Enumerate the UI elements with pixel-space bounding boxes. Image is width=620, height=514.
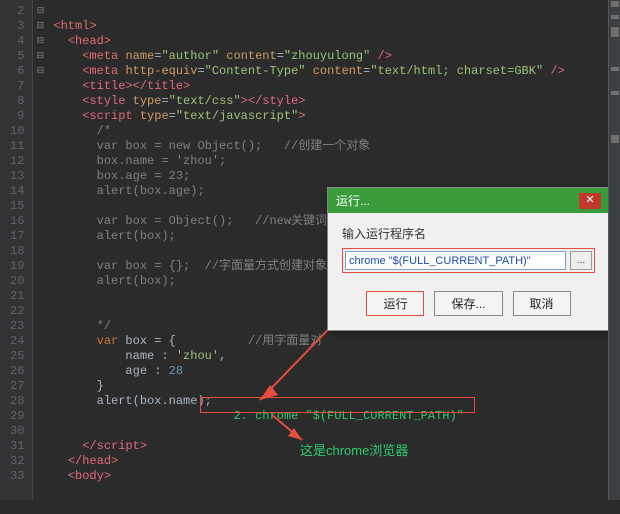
code-line: var box = {}; //字面量方式创建对象 [97,259,327,273]
highlight-box-command [200,397,475,413]
code-line: var box = new Object(); //创建一个对象 [97,139,371,153]
minimap-scrollbar[interactable] [608,0,620,500]
code-line: var box = Object(); //new关键词省 [97,214,339,228]
browse-button[interactable]: ... [570,251,592,270]
dialog-label: 输入运行程序名 [342,225,595,242]
line-number-gutter: 2345 6789 10111213 14151617 18192021 222… [0,0,33,500]
run-button[interactable]: 运行 [366,291,424,316]
code-line: alert(box); [97,274,176,288]
code-line: alert(box); [97,229,176,243]
dialog-titlebar[interactable]: 运行... ✕ [328,188,609,213]
cancel-button[interactable]: 取消 [513,291,571,316]
run-dialog: 运行... ✕ 输入运行程序名 ... 运行 保存... 取消 [327,187,610,331]
annotation-chrome-hint: 这是chrome浏览器 [300,440,408,459]
code-line: alert(box.age); [97,184,205,198]
code-line: box.age = 23; [97,169,191,183]
dialog-title-text: 运行... [336,192,370,209]
code-line: box.name = 'zhou'; [97,154,227,168]
fold-column[interactable]: ⊟⊟ ⊟ ⊟ ⊟ [33,0,47,500]
code-keyword: var [97,334,119,348]
save-button[interactable]: 保存... [434,291,502,316]
program-name-input[interactable] [345,251,566,270]
close-icon[interactable]: ✕ [579,193,601,209]
